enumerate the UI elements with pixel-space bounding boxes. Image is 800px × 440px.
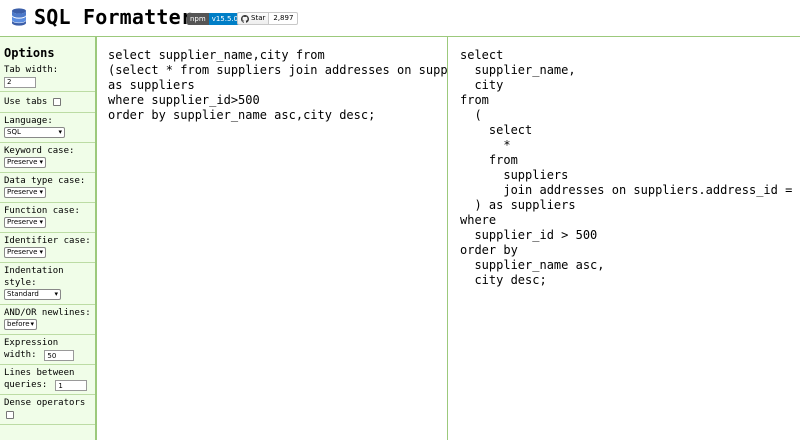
chevron-down-icon: ▾ — [30, 320, 34, 328]
language-label: Language: — [4, 116, 53, 126]
keyword-case-label: Keyword case: — [4, 146, 75, 156]
indentation-style-select[interactable]: Standard ▾ — [4, 289, 61, 300]
language-select[interactable]: SQL ▾ — [4, 127, 65, 138]
chevron-down-icon: ▾ — [39, 218, 43, 226]
chevron-down-icon: ▾ — [39, 188, 43, 196]
and-or-newlines-select[interactable]: before ▾ — [4, 319, 37, 330]
database-logo-icon — [12, 8, 26, 26]
tab-width-option: Tab width: — [0, 62, 95, 92]
identifier-case-option: Identifier case: Preserve ▾ — [0, 233, 95, 263]
sql-input-editor[interactable]: select supplier_name,city from (select *… — [97, 36, 448, 440]
app-title: SQL Formatter — [34, 5, 194, 29]
tab-width-label: Tab width: — [4, 65, 59, 75]
and-or-newlines-option: AND/OR newlines: before ▾ — [0, 305, 95, 335]
language-select-value: SQL — [7, 128, 21, 136]
function-case-select-value: Preserve — [7, 218, 38, 226]
dense-operators-checkbox[interactable] — [6, 410, 14, 419]
data-type-case-label: Data type case: — [4, 176, 86, 186]
options-sidebar: Options Tab width: Use tabs Language: SQ… — [0, 36, 97, 440]
github-star-badge[interactable]: Star 2,897 — [237, 12, 299, 25]
use-tabs-option: Use tabs — [0, 92, 95, 113]
function-case-option: Function case: Preserve ▾ — [0, 203, 95, 233]
github-icon — [241, 14, 249, 23]
indentation-style-select-value: Standard — [7, 290, 39, 298]
language-option: Language: SQL ▾ — [0, 113, 95, 143]
chevron-down-icon: ▾ — [58, 128, 62, 136]
data-type-case-option: Data type case: Preserve ▾ — [0, 173, 95, 203]
data-type-case-select-value: Preserve — [7, 188, 38, 196]
lines-between-queries-input[interactable] — [55, 380, 88, 391]
use-tabs-checkbox[interactable] — [52, 97, 61, 106]
keyword-case-select-value: Preserve — [7, 158, 38, 166]
identifier-case-select-value: Preserve — [7, 248, 38, 256]
sql-input-text[interactable]: select supplier_name,city from (select *… — [97, 37, 447, 123]
lines-between-queries-option: Lines between queries: — [0, 365, 95, 395]
keyword-case-select[interactable]: Preserve ▾ — [4, 157, 46, 168]
sql-output-text[interactable]: select supplier_name, city from ( select… — [448, 37, 800, 288]
function-case-select[interactable]: Preserve ▾ — [4, 217, 46, 228]
github-star-button[interactable]: Star — [237, 12, 270, 25]
sql-output-panel[interactable]: select supplier_name, city from ( select… — [448, 36, 800, 440]
dense-operators-label: Dense operators — [4, 398, 86, 408]
npm-badge-label: npm — [187, 13, 209, 25]
use-tabs-label: Use tabs — [4, 97, 48, 107]
and-or-newlines-select-value: before — [7, 320, 30, 328]
app-header: SQL Formatter npm v15.5.0 Star 2,897 — [0, 0, 800, 36]
identifier-case-select[interactable]: Preserve ▾ — [4, 247, 46, 258]
identifier-case-label: Identifier case: — [4, 236, 91, 246]
github-star-count[interactable]: 2,897 — [269, 12, 299, 25]
options-heading: Options — [4, 46, 55, 60]
function-case-label: Function case: — [4, 206, 80, 216]
keyword-case-option: Keyword case: Preserve ▾ — [0, 143, 95, 173]
chevron-down-icon: ▾ — [54, 290, 58, 298]
chevron-down-icon: ▾ — [39, 248, 43, 256]
and-or-newlines-label: AND/OR newlines: — [4, 308, 91, 318]
indentation-style-option: Indentation style: Standard ▾ — [0, 263, 95, 305]
chevron-down-icon: ▾ — [39, 158, 43, 166]
tab-width-input[interactable] — [4, 76, 36, 88]
expression-width-input[interactable] — [44, 350, 75, 361]
expression-width-option: Expression width: — [0, 335, 95, 365]
data-type-case-select[interactable]: Preserve ▾ — [4, 187, 46, 198]
npm-version-badge[interactable]: npm v15.5.0 — [187, 13, 242, 25]
indentation-style-label: Indentation style: — [4, 266, 64, 288]
dense-operators-option: Dense operators — [0, 395, 95, 425]
github-star-label: Star — [251, 14, 266, 22]
